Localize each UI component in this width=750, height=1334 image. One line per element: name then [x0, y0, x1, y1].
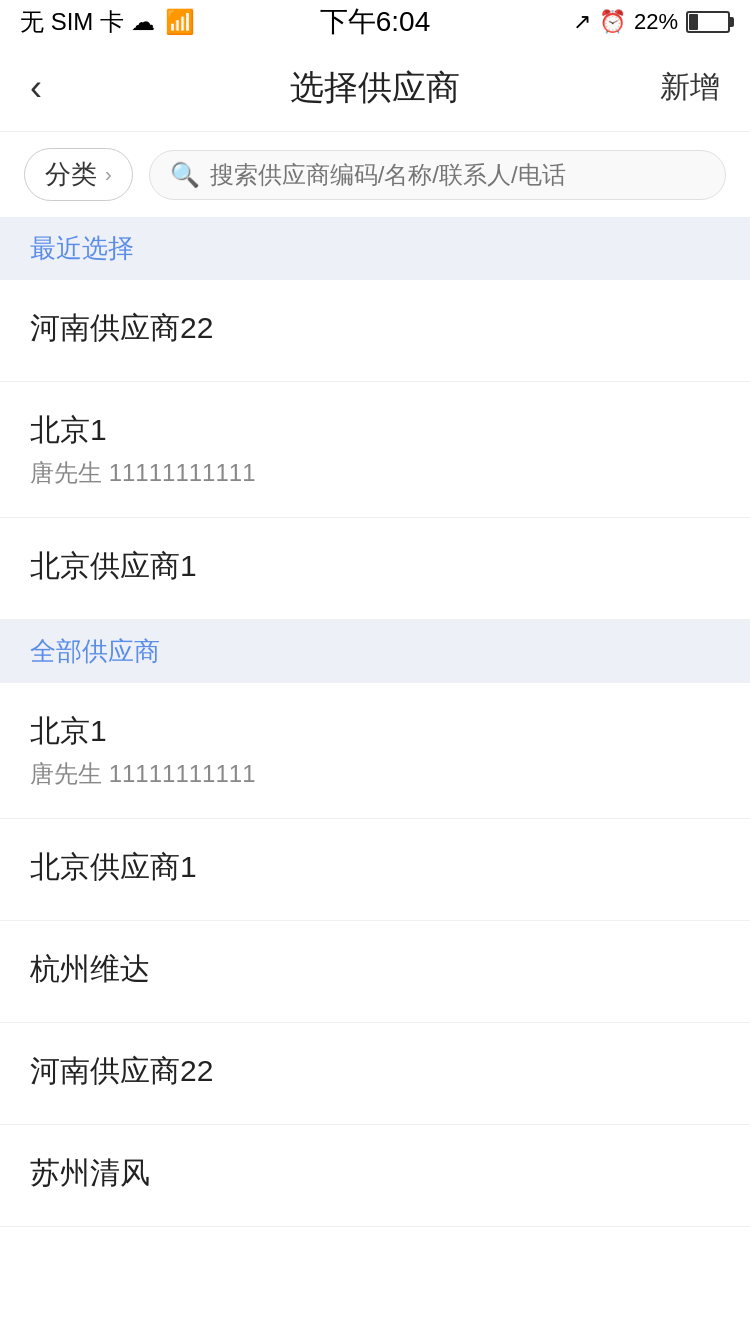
- battery-icon: [686, 11, 730, 33]
- alarm-icon: ⏰: [599, 9, 626, 35]
- item-sub: 唐先生 11111111111: [30, 457, 720, 489]
- list-item[interactable]: 河南供应商22: [0, 1023, 750, 1125]
- item-name: 北京1: [30, 711, 720, 752]
- filter-bar: 分类 › 🔍: [0, 132, 750, 217]
- recent-items-list: 河南供应商22 北京1 唐先生 11111111111 北京供应商1: [0, 280, 750, 620]
- chevron-right-icon: ›: [105, 163, 112, 186]
- page-title: 选择供应商: [290, 65, 460, 111]
- add-button[interactable]: 新增: [660, 67, 720, 108]
- category-label: 分类: [45, 157, 97, 192]
- all-items-list: 北京1 唐先生 11111111111 北京供应商1 杭州维达河南供应商22 苏州清风: [0, 683, 750, 1227]
- list-item[interactable]: 北京1 唐先生 11111111111: [0, 382, 750, 518]
- item-name: 河南供应商22: [30, 1051, 720, 1092]
- item-name: 北京供应商1: [30, 847, 720, 888]
- item-name: 杭州维达: [30, 949, 720, 990]
- search-input[interactable]: [210, 161, 705, 189]
- back-button[interactable]: ‹: [30, 67, 90, 109]
- item-name: 苏州清风: [30, 1153, 720, 1194]
- list-item[interactable]: 苏州清风: [0, 1125, 750, 1227]
- search-box: 🔍: [149, 150, 726, 200]
- status-bar: 无 SIM 卡 ☁ 📶 下午6:04 ↗ ⏰ 22%: [0, 0, 750, 44]
- recent-section-header: 最近选择: [0, 217, 750, 280]
- list-item[interactable]: 杭州维达: [0, 921, 750, 1023]
- status-right: ↗ ⏰ 22%: [573, 9, 730, 35]
- item-sub: 唐先生 11111111111: [30, 758, 720, 790]
- all-section-header: 全部供应商: [0, 620, 750, 683]
- wifi-icon: 📶: [165, 8, 195, 36]
- status-time: 下午6:04: [320, 3, 431, 41]
- sim-indicator: 无 SIM 卡 ☁: [20, 6, 155, 38]
- status-left: 无 SIM 卡 ☁ 📶: [20, 6, 195, 38]
- list-item[interactable]: 北京供应商1: [0, 819, 750, 921]
- nav-bar: ‹ 选择供应商 新增: [0, 44, 750, 132]
- list-item[interactable]: 北京1 唐先生 11111111111: [0, 683, 750, 819]
- item-name: 河南供应商22: [30, 308, 720, 349]
- list-item[interactable]: 河南供应商22: [0, 280, 750, 382]
- battery-percent: 22%: [634, 9, 678, 35]
- search-icon: 🔍: [170, 161, 200, 189]
- category-filter-button[interactable]: 分类 ›: [24, 148, 133, 201]
- item-name: 北京1: [30, 410, 720, 451]
- list-item[interactable]: 北京供应商1: [0, 518, 750, 620]
- item-name: 北京供应商1: [30, 546, 720, 587]
- location-icon: ↗: [573, 9, 591, 35]
